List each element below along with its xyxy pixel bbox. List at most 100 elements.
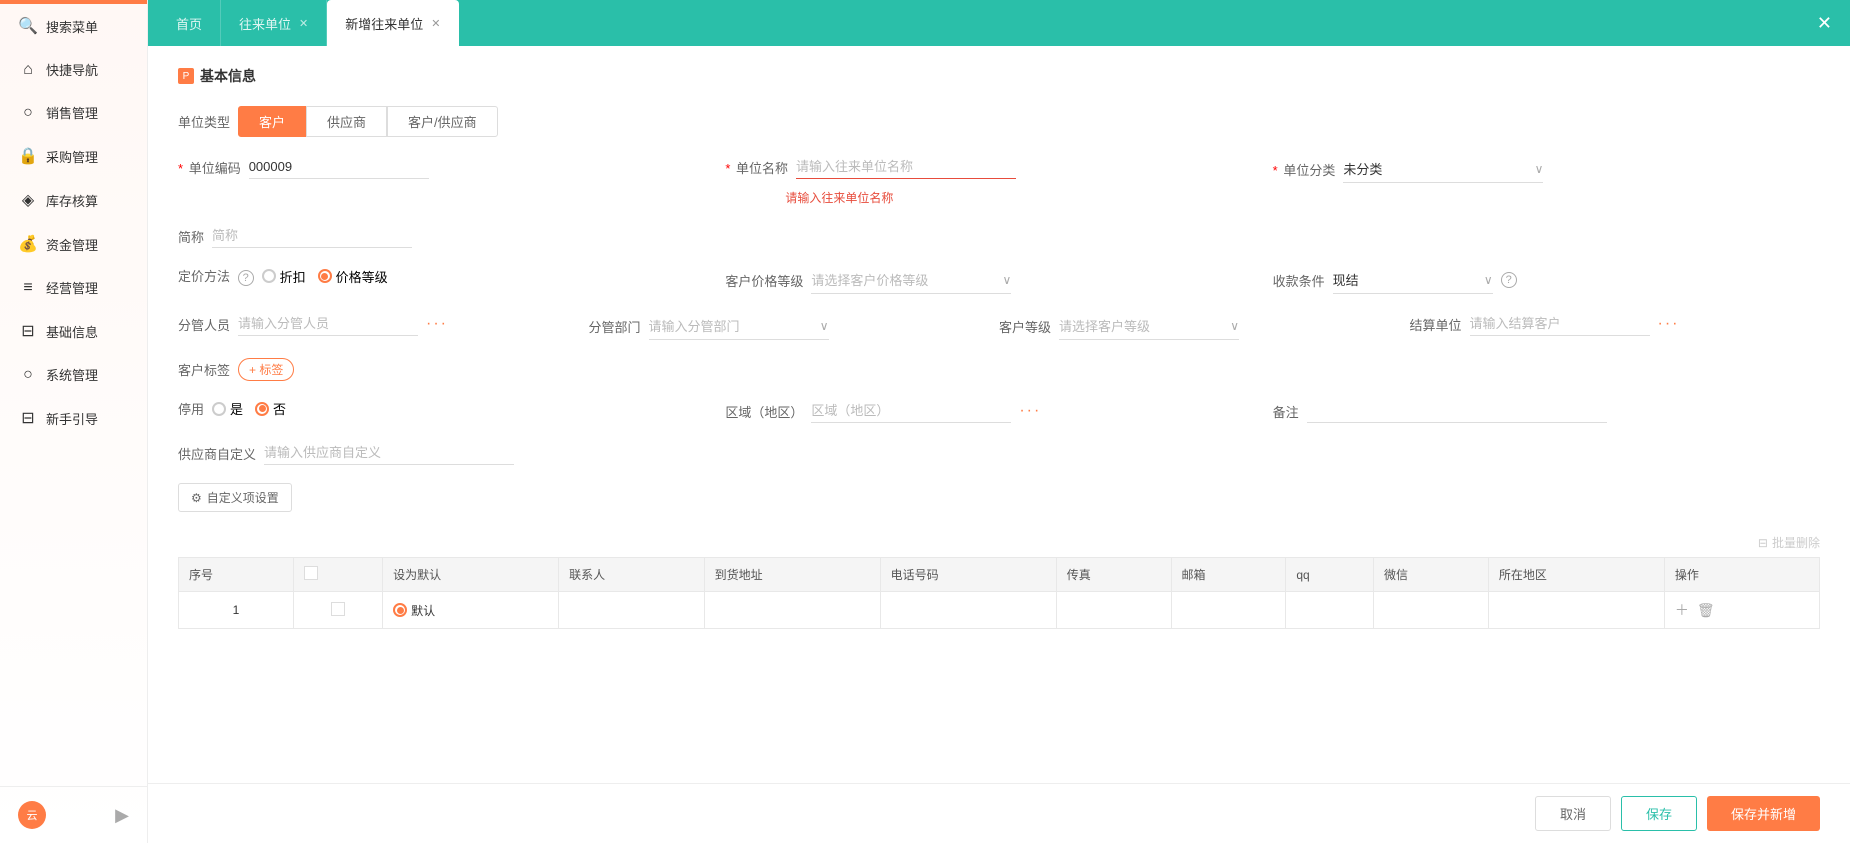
customer-price-level-select[interactable]: 请选择客户价格等级 ∨ [811,266,1011,294]
row-email [1171,592,1286,629]
tab-home[interactable]: 首页 [158,0,221,46]
sidebar-item-newguide-label: 新手引导 [46,409,98,428]
sidebar-item-quicknav[interactable]: ⌂ 快捷导航 [0,48,147,91]
table-header-row: 序号 设为默认 联系人 到货地址 电话号码 传真 邮箱 qq 微信 所在地区 操… [179,558,1820,592]
row-default-cell: 默认 [383,592,559,629]
unit-name-input[interactable] [796,155,1016,179]
supplier-custom-field: 供应商自定义 [178,441,1820,465]
row-checkbox[interactable] [331,602,345,616]
pricing-discount-radio[interactable]: 折扣 [262,267,306,286]
sidebar-item-sales[interactable]: ○ 销售管理 [0,91,147,134]
tab-home-label: 首页 [176,14,202,33]
save-button[interactable]: 保存 [1621,796,1697,831]
section-header: P 基本信息 [178,66,1820,86]
sidebar-item-search[interactable]: 🔍 搜索菜单 [0,4,147,48]
contacts-table: 序号 设为默认 联系人 到货地址 电话号码 传真 邮箱 qq 微信 所在地区 操… [178,557,1820,629]
department-placeholder: 请输入分管部门 [649,316,816,335]
sidebar-item-operations[interactable]: ≡ 经营管理 [0,266,147,309]
sidebar-item-purchase[interactable]: 🔒 采购管理 [0,134,147,178]
sidebar-item-system[interactable]: ○ 系统管理 [0,353,147,396]
payment-terms-label: 收款条件 [1273,271,1325,290]
window-close-icon[interactable]: ✕ [1809,13,1840,34]
pricing-level-radio[interactable]: 价格等级 [318,267,388,286]
batch-delete-icon: ⊟ [1758,536,1768,550]
operations-icon: ≡ [18,279,38,297]
settlement-unit-label: 结算单位 [1410,315,1462,334]
unit-name-field: * 单位名称 请输入往来单位名称 [725,155,1272,206]
unit-category-select[interactable]: 未分类 ∨ [1343,155,1543,183]
row-contact [559,592,704,629]
unit-name-error: 请输入往来单位名称 [785,189,893,206]
unit-type-label: 单位类型 [178,112,230,131]
batch-delete-label: 批量删除 [1772,534,1820,551]
search-icon: 🔍 [18,16,38,36]
tab-new-partner[interactable]: 新增往来单位 ✕ [327,0,459,46]
tab-new-partner-close[interactable]: ✕ [431,17,440,30]
table-row: 1 默认 [179,592,1820,629]
sidebar-item-newguide[interactable]: ⊟ 新手引导 [0,396,147,440]
row-add-btn[interactable]: ＋ [1675,600,1689,620]
manager-field: 分管人员 ··· [178,312,589,336]
customer-level-select[interactable]: 请选择客户等级 ∨ [1059,312,1239,340]
supplier-custom-input[interactable] [264,441,514,465]
sidebar-item-purchase-label: 采购管理 [46,147,98,166]
payment-help-icon[interactable]: ? [1501,272,1517,288]
customer-price-level-chevron: ∨ [1003,273,1012,287]
disabled-no-radio[interactable]: 否 [255,399,286,418]
row-default-radio[interactable]: 默认 [393,602,548,619]
remarks-field: 备注 [1273,399,1820,423]
disabled-no-label: 否 [273,399,286,418]
payment-terms-field: 收款条件 现结 ∨ ? [1273,266,1820,294]
form-content: P 基本信息 单位类型 客户 供应商 客户/供应商 * 单位编码 [148,46,1850,783]
sidebar-item-finance[interactable]: 💰 资金管理 [0,222,147,266]
payment-terms-select[interactable]: 现结 ∨ [1333,266,1493,294]
department-label: 分管部门 [589,317,641,336]
save-and-new-button[interactable]: 保存并新增 [1707,796,1820,831]
basic-icon: ⊟ [18,321,38,341]
select-all-checkbox[interactable] [304,566,318,580]
pricing-help-icon[interactable]: ? [238,270,254,286]
sidebar-item-search-label: 搜索菜单 [46,17,98,36]
unit-type-customer-btn[interactable]: 客户 [238,106,306,137]
supplier-custom-label: 供应商自定义 [178,444,256,463]
col-location: 所在地区 [1488,558,1664,592]
col-email: 邮箱 [1171,558,1286,592]
customer-level-chevron: ∨ [1230,319,1239,333]
region-more-btn[interactable]: ··· [1019,402,1041,420]
unit-code-label: * 单位编码 [178,158,241,177]
disabled-yes-radio[interactable]: 是 [212,399,243,418]
code-name-category-row: * 单位编码 * 单位名称 请输入往来单位名称 [178,155,1820,206]
manager-more-btn[interactable]: ··· [426,315,448,333]
row-delete-btn[interactable]: 🗑 [1697,602,1715,619]
col-fax: 传真 [1056,558,1171,592]
custom-settings-btn[interactable]: ⚙ 自定义项设置 [178,483,292,512]
section-title: 基本信息 [200,66,256,86]
unit-type-both-btn[interactable]: 客户/供应商 [387,106,498,137]
sidebar-item-sales-label: 销售管理 [46,103,98,122]
department-select[interactable]: 请输入分管部门 ∨ [649,312,829,340]
manager-input[interactable] [238,312,418,336]
sidebar-item-inventory[interactable]: ◈ 库存核算 [0,178,147,222]
add-tag-btn[interactable]: + 标签 [238,358,294,381]
unit-category-field: * 单位分类 未分类 ∨ [1273,155,1820,183]
cancel-button[interactable]: 取消 [1535,796,1611,831]
system-icon: ○ [18,366,38,384]
col-wechat: 微信 [1373,558,1488,592]
tab-partners-close[interactable]: ✕ [299,17,308,30]
tab-partners[interactable]: 往来单位 ✕ [221,0,327,46]
sidebar-item-basic[interactable]: ⊟ 基础信息 [0,309,147,353]
unit-category-value: 未分类 [1343,159,1530,178]
payment-terms-chevron: ∨ [1484,273,1493,287]
expand-icon[interactable]: ▶ [115,805,129,826]
remarks-input[interactable] [1307,399,1607,423]
sidebar-item-quicknav-label: 快捷导航 [46,60,98,79]
abbreviation-input[interactable] [212,224,412,248]
region-input[interactable] [811,399,1011,423]
settlement-unit-input[interactable] [1470,312,1650,336]
batch-delete-btn[interactable]: ⊟ 批量删除 [1758,534,1820,551]
unit-type-supplier-btn[interactable]: 供应商 [306,106,387,137]
department-field: 分管部门 请输入分管部门 ∨ [589,312,1000,340]
region-label: 区域（地区） [725,402,803,421]
unit-code-input[interactable] [249,155,429,179]
settlement-more-btn[interactable]: ··· [1658,315,1680,333]
